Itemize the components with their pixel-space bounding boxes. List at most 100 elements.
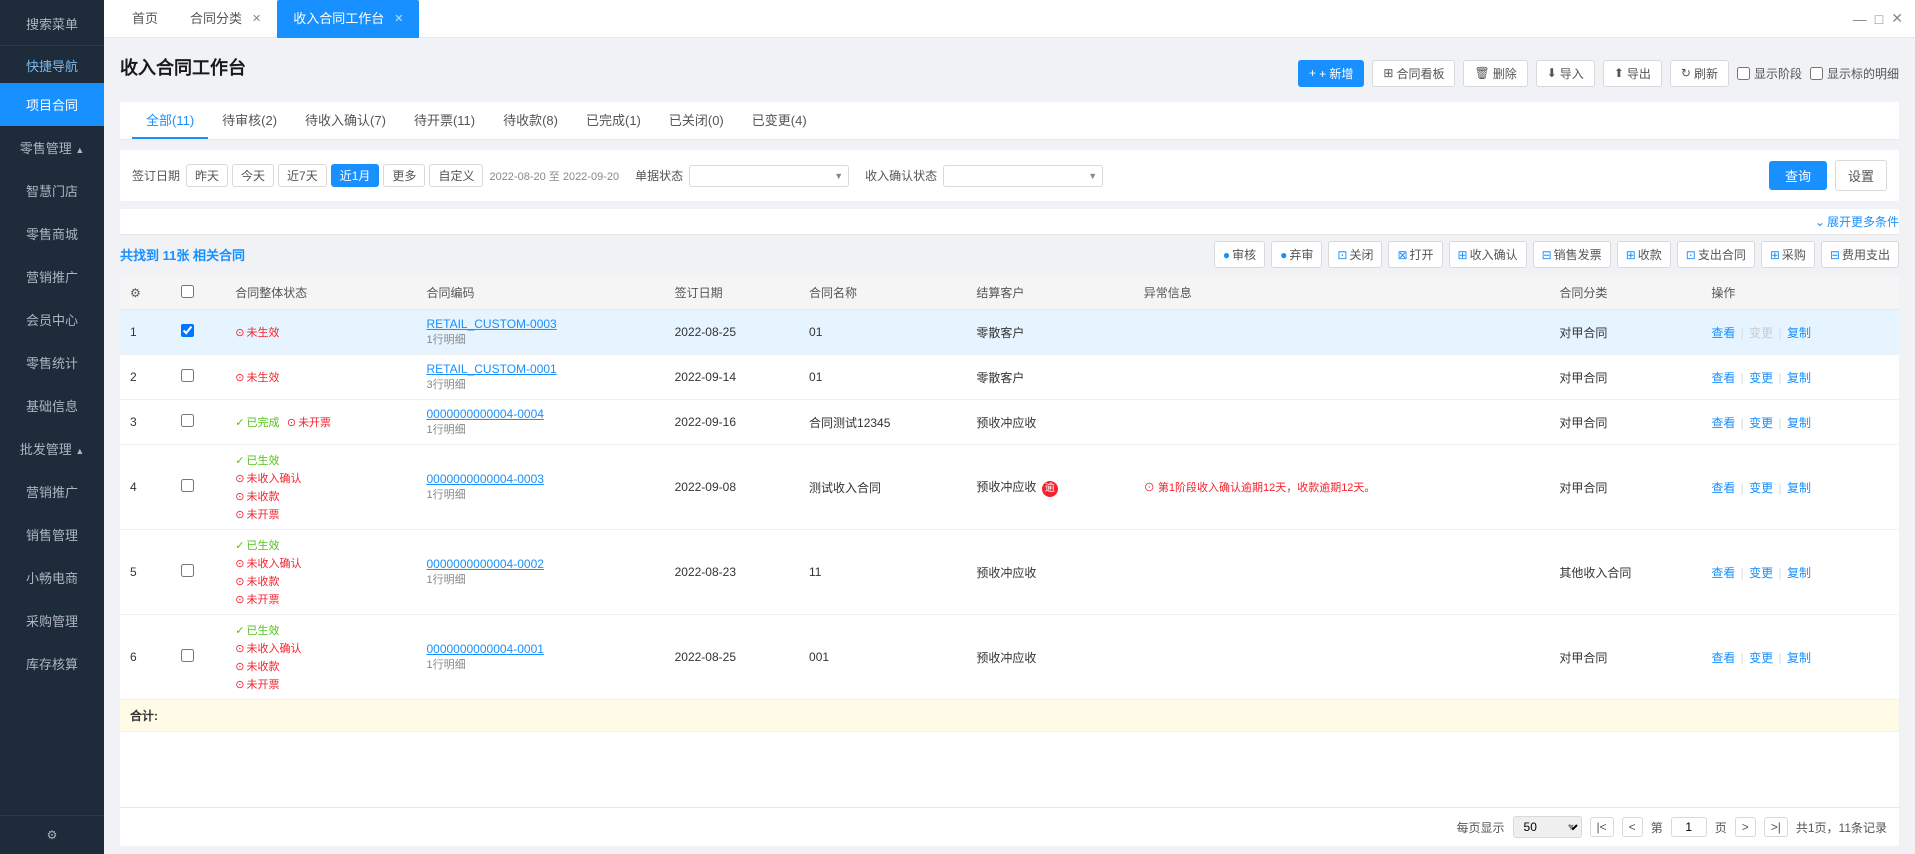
filter-tab-pending-invoice[interactable]: 待开票(11) [400, 102, 489, 139]
open-btn[interactable]: ⊠ 打开 [1388, 241, 1442, 268]
maximize-btn[interactable]: □ [1875, 11, 1883, 27]
sidebar-item-project[interactable]: 项目合同 [0, 83, 104, 126]
row-checkbox[interactable] [171, 615, 225, 700]
export-button[interactable]: ⬆ 导出 [1603, 60, 1662, 87]
sidebar-quick-nav[interactable]: 快捷导航 [0, 46, 104, 83]
date-btn-last1month[interactable]: 近1月 [331, 164, 380, 187]
action-view[interactable]: 查看 [1711, 651, 1735, 665]
action-copy[interactable]: 复制 [1787, 651, 1811, 665]
page-size-select[interactable]: 50 100 [1513, 816, 1582, 838]
setting-button[interactable]: 设置 [1835, 160, 1887, 191]
sidebar-search[interactable]: 搜索菜单 [0, 0, 104, 46]
filter-tab-all[interactable]: 全部(11) [132, 102, 208, 139]
show-stages-input[interactable] [1737, 67, 1750, 80]
contract-code-link[interactable]: 0000000000004-0002 [426, 557, 543, 571]
sidebar-item-retail-mgmt[interactable]: 零售管理 ▲ [0, 126, 104, 169]
show-details-check[interactable]: 显示标的明细 [1810, 65, 1899, 82]
contract-code-link[interactable]: 0000000000004-0001 [426, 642, 543, 656]
page-last-btn[interactable]: >| [1764, 817, 1788, 837]
action-copy[interactable]: 复制 [1787, 371, 1811, 385]
page-first-btn[interactable]: |< [1590, 817, 1614, 837]
collect-btn[interactable]: ⊞ 收款 [1617, 241, 1671, 268]
row-checkbox[interactable] [171, 400, 225, 445]
action-view[interactable]: 查看 [1711, 566, 1735, 580]
date-btn-custom[interactable]: 自定义 [429, 164, 483, 187]
row-checkbox[interactable] [171, 530, 225, 615]
delete-button[interactable]: 🗑 删除 [1463, 60, 1527, 87]
sidebar-item-xiao-ecom[interactable]: 小畅电商 [0, 556, 104, 599]
date-btn-more[interactable]: 更多 [383, 164, 425, 187]
new-button[interactable]: + + 新增 [1298, 60, 1364, 87]
select-all-checkbox[interactable] [181, 285, 194, 298]
action-copy[interactable]: 复制 [1787, 416, 1811, 430]
action-change[interactable]: 变更 [1749, 371, 1773, 385]
purchase-btn[interactable]: ⊞ 采购 [1761, 241, 1815, 268]
action-view[interactable]: 查看 [1711, 481, 1735, 495]
action-change[interactable]: 变更 [1749, 481, 1773, 495]
page-prev-btn[interactable]: < [1622, 817, 1643, 837]
sidebar-item-marketing[interactable]: 营销推广 [0, 255, 104, 298]
contract-code-link[interactable]: RETAIL_CUSTOM-0001 [426, 362, 556, 376]
sidebar-item-purchase-mgmt[interactable]: 采购管理 [0, 599, 104, 642]
sidebar-item-sales-mgmt[interactable]: 销售管理 [0, 513, 104, 556]
action-copy[interactable]: 复制 [1787, 566, 1811, 580]
sidebar-item-wholesale-mgmt[interactable]: 批发管理 ▲ [0, 427, 104, 470]
col-settings[interactable]: ⚙ [120, 276, 171, 310]
close-contract-btn[interactable]: ⊡ 关闭 [1328, 241, 1382, 268]
action-view[interactable]: 查看 [1711, 416, 1735, 430]
show-details-input[interactable] [1810, 67, 1823, 80]
doc-status-select[interactable] [689, 165, 849, 187]
filter-tab-changed[interactable]: 已变更(4) [738, 102, 821, 139]
page-next-btn[interactable]: > [1735, 817, 1756, 837]
minimize-btn[interactable]: — [1853, 11, 1867, 27]
filter-tab-completed[interactable]: 已完成(1) [572, 102, 655, 139]
sidebar-item-marketing2[interactable]: 营销推广 [0, 470, 104, 513]
filter-tab-pending-income[interactable]: 待收入确认(7) [291, 102, 400, 139]
tab-income-workbench[interactable]: 收入合同工作台 ✕ [277, 0, 419, 38]
abandon-btn[interactable]: ● 弃审 [1271, 241, 1322, 268]
show-stages-check[interactable]: 显示阶段 [1737, 65, 1802, 82]
action-change[interactable]: 变更 [1749, 566, 1773, 580]
close-btn[interactable]: ✕ [1891, 10, 1903, 27]
filter-tab-closed[interactable]: 已关闭(0) [655, 102, 738, 139]
tab-income-workbench-close[interactable]: ✕ [394, 0, 403, 38]
row-checkbox[interactable] [171, 445, 225, 530]
tab-home[interactable]: 首页 [116, 0, 174, 38]
sidebar-item-smart-store[interactable]: 智慧门店 [0, 169, 104, 212]
date-btn-today[interactable]: 今天 [232, 164, 274, 187]
filter-tab-pending-review[interactable]: 待审核(2) [208, 102, 291, 139]
output-contract-btn[interactable]: ⊡ 支出合同 [1677, 241, 1755, 268]
date-btn-last7[interactable]: 近7天 [278, 164, 327, 187]
sales-invoice-btn[interactable]: ⊟ 销售发票 [1533, 241, 1611, 268]
audit-btn[interactable]: ● 审核 [1214, 241, 1265, 268]
sidebar-item-retail-mall[interactable]: 零售商城 [0, 212, 104, 255]
sidebar-item-retail-stats[interactable]: 零售统计 [0, 341, 104, 384]
action-change[interactable]: 变更 [1749, 416, 1773, 430]
refresh-button[interactable]: ↻ 刷新 [1670, 60, 1729, 87]
sidebar-item-basic-info[interactable]: 基础信息 [0, 384, 104, 427]
contract-code-link[interactable]: 0000000000004-0004 [426, 407, 543, 421]
income-confirm-select[interactable] [943, 165, 1103, 187]
expand-conditions-btn[interactable]: ⌄ 展开更多条件 [1815, 213, 1899, 230]
contract-code-link[interactable]: RETAIL_CUSTOM-0003 [426, 317, 556, 331]
row-checkbox[interactable] [171, 355, 225, 400]
action-view[interactable]: 查看 [1711, 371, 1735, 385]
page-input[interactable] [1671, 817, 1707, 837]
panel-button[interactable]: ⊞ 合同看板 [1372, 60, 1455, 87]
tab-contract-cat[interactable]: 合同分类 ✕ [174, 0, 277, 38]
tab-contract-cat-close[interactable]: ✕ [252, 0, 261, 38]
query-button[interactable]: 查询 [1769, 161, 1827, 190]
sidebar-settings[interactable]: ⚙ [0, 815, 104, 854]
filter-tab-pending-payment[interactable]: 待收款(8) [489, 102, 572, 139]
date-btn-yesterday[interactable]: 昨天 [186, 164, 228, 187]
import-button[interactable]: ⬇ 导入 [1536, 60, 1595, 87]
action-view[interactable]: 查看 [1711, 326, 1735, 340]
expense-out-btn[interactable]: ⊟ 费用支出 [1821, 241, 1899, 268]
income-confirm-btn[interactable]: ⊞ 收入确认 [1449, 241, 1527, 268]
action-copy[interactable]: 复制 [1787, 481, 1811, 495]
contract-code-link[interactable]: 0000000000004-0003 [426, 472, 543, 486]
action-copy[interactable]: 复制 [1787, 326, 1811, 340]
action-change[interactable]: 变更 [1749, 651, 1773, 665]
row-checkbox[interactable] [171, 310, 225, 355]
sidebar-item-member[interactable]: 会员中心 [0, 298, 104, 341]
